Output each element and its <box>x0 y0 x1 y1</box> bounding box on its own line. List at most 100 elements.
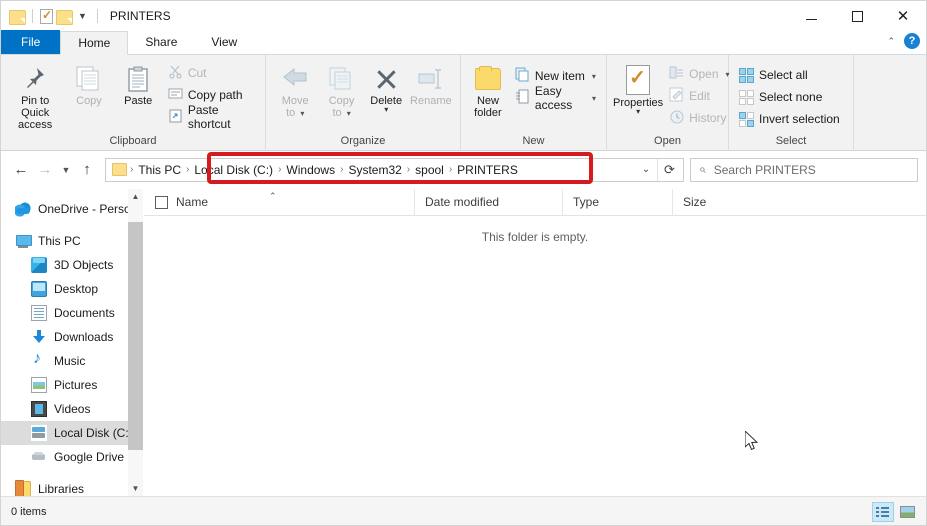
column-header-date-modified[interactable]: Date modified <box>414 188 562 216</box>
group-title-clipboard: Clipboard <box>109 135 157 147</box>
sort-ascending-icon: ⌃ <box>269 190 277 201</box>
tab-view[interactable]: View <box>194 30 254 54</box>
search-box[interactable]: ⌕ Search PRINTERS <box>690 157 918 182</box>
navigation-pane-scrollbar[interactable]: ▲ ▼ <box>128 189 143 496</box>
breadcrumb-item-system32[interactable]: System32 <box>344 163 405 177</box>
sidebar-item-documents[interactable]: Documents <box>1 301 143 325</box>
up-arrow-icon: ↑ <box>83 161 91 178</box>
select-all-button[interactable]: Select all <box>735 64 844 86</box>
tab-home[interactable]: Home <box>60 31 129 55</box>
tab-share[interactable]: Share <box>128 30 194 54</box>
up-button[interactable]: ↑ <box>75 158 99 182</box>
explorer-body: OneDrive - Person This PC 3D Objects Des… <box>1 188 926 496</box>
easy-access-button[interactable]: Easy access ▾ <box>511 84 600 112</box>
properties-button[interactable]: Properties ▾ <box>613 59 663 116</box>
new-folder-icon[interactable] <box>56 9 73 25</box>
sidebar-item-desktop[interactable]: Desktop <box>1 277 143 301</box>
recent-locations-button[interactable]: ▼ <box>57 158 75 182</box>
breadcrumb-item-this-pc[interactable]: This PC <box>134 163 185 177</box>
folder-icon[interactable] <box>9 9 26 25</box>
sidebar-item-label: Libraries <box>38 482 85 496</box>
search-input[interactable]: Search PRINTERS <box>714 163 816 177</box>
delete-button[interactable]: Delete ▾ <box>365 59 408 114</box>
maximize-button[interactable] <box>834 1 880 31</box>
button-label: History <box>689 111 727 125</box>
sidebar-item-3d-objects[interactable]: 3D Objects <box>1 253 143 277</box>
sidebar-item-downloads[interactable]: Downloads <box>1 325 143 349</box>
refresh-icon: ⟳ <box>664 161 675 177</box>
chevron-up-icon[interactable]: ⌃ <box>887 36 895 47</box>
help-icon[interactable]: ? <box>904 33 920 49</box>
empty-folder-message: This folder is empty. <box>481 230 589 244</box>
edit-button[interactable]: Edit <box>665 85 733 107</box>
select-none-button[interactable]: Select none <box>735 86 844 108</box>
sidebar-item-pictures[interactable]: Pictures <box>1 373 143 397</box>
chevron-down-icon[interactable]: ▾ <box>636 108 640 116</box>
rename-button[interactable]: Rename <box>408 59 454 107</box>
ribbon-group-select: Select all Select none Invert selection … <box>729 55 854 151</box>
details-view-button[interactable] <box>872 501 894 522</box>
sidebar-item-this-pc[interactable]: This PC <box>1 229 143 253</box>
forward-button[interactable]: → <box>33 158 57 182</box>
new-folder-button[interactable]: New folder <box>467 59 509 119</box>
properties-icon[interactable] <box>40 8 53 24</box>
select-all-checkbox[interactable] <box>155 195 168 209</box>
move-to-button[interactable]: Move to ▾ <box>272 59 318 120</box>
column-header-name[interactable]: Name ⌃ <box>144 189 414 216</box>
mouse-cursor <box>744 429 761 458</box>
paste-shortcut-button[interactable]: Paste shortcut <box>164 103 259 131</box>
breadcrumb-item-printers[interactable]: PRINTERS <box>453 163 522 177</box>
move-to-icon <box>281 63 309 95</box>
button-label: Invert selection <box>759 112 840 126</box>
copy-icon <box>76 63 102 95</box>
tab-file[interactable]: File <box>1 30 61 54</box>
paste-button[interactable]: Paste <box>115 59 162 107</box>
button-label: Select none <box>759 90 823 104</box>
sidebar-item-onedrive[interactable]: OneDrive - Person <box>1 197 143 221</box>
sidebar-item-music[interactable]: Music <box>1 349 143 373</box>
column-header-size[interactable]: Size <box>672 188 762 216</box>
invert-selection-button[interactable]: Invert selection <box>735 108 844 130</box>
ribbon-group-organize: Move to ▾ Copy to ▾ Delete ▾ Rename Orga… <box>266 55 461 151</box>
button-label: New <box>476 95 499 107</box>
open-button[interactable]: Open ▾ <box>665 63 733 85</box>
cut-button[interactable]: Cut <box>164 62 259 84</box>
address-dropdown-button[interactable]: ⌄ <box>635 159 657 181</box>
copy-button[interactable]: Copy <box>65 59 112 107</box>
sidebar-item-label: Local Disk (C:) <box>54 426 133 440</box>
back-button[interactable]: ← <box>9 158 33 182</box>
file-list-pane[interactable]: Name ⌃ Date modified Type Size This fold… <box>144 188 926 496</box>
breadcrumb-item-windows[interactable]: Windows <box>282 163 339 177</box>
ribbon-group-clipboard: Pin to Quick access Copy Paste Cut Copy … <box>1 55 266 151</box>
button-label: Paste <box>124 95 153 107</box>
scroll-up-arrow-icon[interactable]: ▲ <box>128 189 143 204</box>
column-header-type[interactable]: Type <box>562 188 672 216</box>
pin-to-quick-access-button[interactable]: Pin to Quick access <box>7 59 63 131</box>
refresh-button[interactable]: ⟳ <box>657 158 681 181</box>
chevron-down-icon[interactable]: ▼ <box>75 11 90 21</box>
close-button[interactable]: ✕ <box>880 1 926 31</box>
history-button[interactable]: History <box>665 107 733 129</box>
select-small-buttons: Select all Select none Invert selection <box>735 59 844 130</box>
breadcrumb-bar[interactable]: › This PC › Local Disk (C:) › Windows › … <box>105 157 684 182</box>
sidebar-item-local-disk-c[interactable]: Local Disk (C:) <box>1 421 143 445</box>
breadcrumb-item-spool[interactable]: spool <box>411 163 448 177</box>
chevron-down-icon[interactable]: ▾ <box>592 94 596 103</box>
scroll-down-arrow-icon[interactable]: ▼ <box>128 481 143 496</box>
button-label: Edit <box>689 89 710 103</box>
chevron-down-icon[interactable]: ▾ <box>592 72 596 81</box>
minimize-button[interactable] <box>788 1 834 31</box>
chevron-down-icon[interactable]: ▾ <box>384 106 388 114</box>
sidebar-item-google-drive[interactable]: Google Drive (G: <box>1 445 143 469</box>
ribbon: Pin to Quick access Copy Paste Cut Copy … <box>1 55 926 151</box>
large-icons-view-button[interactable] <box>896 502 918 522</box>
scrollbar-thumb[interactable] <box>128 222 143 450</box>
view-mode-buttons <box>872 501 918 522</box>
sidebar-item-label: Downloads <box>54 330 114 344</box>
copy-to-button[interactable]: Copy to ▾ <box>318 59 364 120</box>
sidebar-item-videos[interactable]: Videos <box>1 397 143 421</box>
chevron-down-icon: ▼ <box>61 164 71 175</box>
sidebar-item-libraries[interactable]: Libraries <box>1 477 143 496</box>
breadcrumb-item-local-disk-c[interactable]: Local Disk (C:) <box>190 163 277 177</box>
column-label: Size <box>683 195 707 209</box>
